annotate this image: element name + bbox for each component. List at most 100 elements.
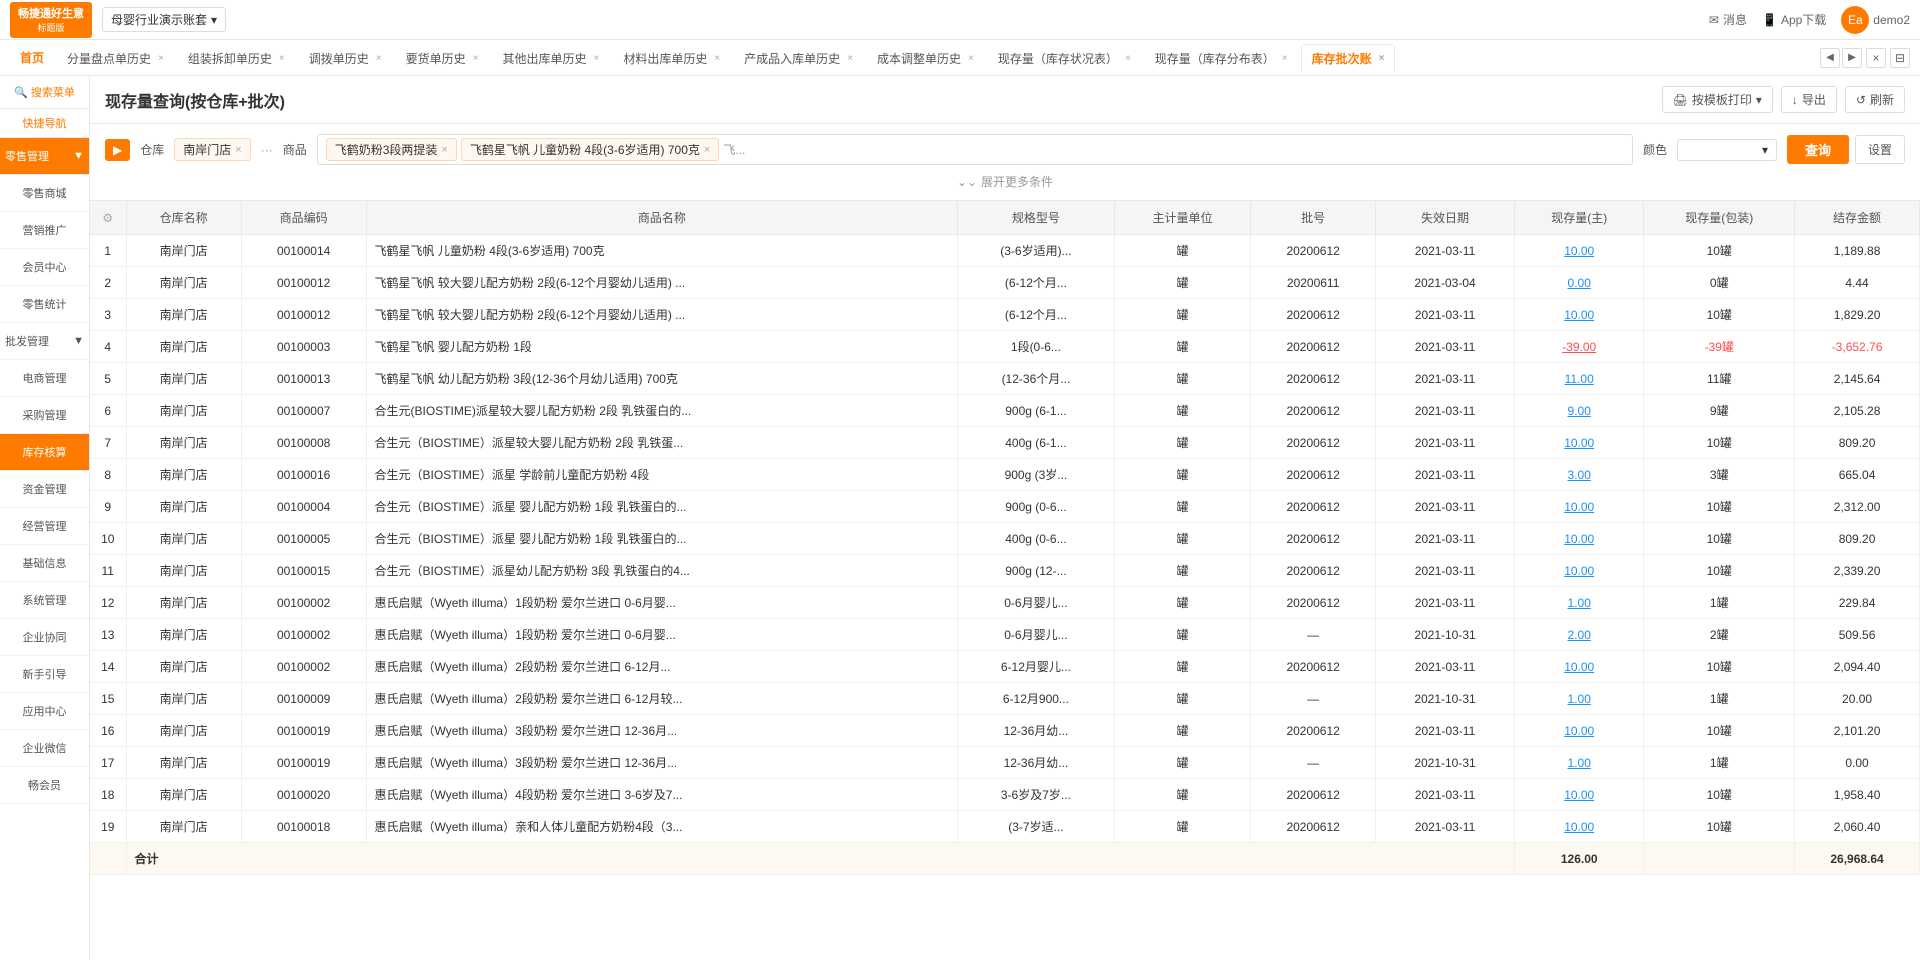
tab-transfer[interactable]: 调拨单历史 × bbox=[298, 44, 393, 72]
user-profile[interactable]: Ea demo2 bbox=[1841, 6, 1910, 34]
close-icon[interactable]: × bbox=[1282, 53, 1288, 64]
row-stock-main[interactable]: 10.00 bbox=[1515, 523, 1644, 555]
row-stock-main[interactable]: -39.00 bbox=[1515, 331, 1644, 363]
tab-other-outbound[interactable]: 其他出库单历史 × bbox=[491, 44, 610, 72]
close-icon[interactable]: × bbox=[473, 53, 479, 64]
row-stock-main[interactable]: 1.00 bbox=[1515, 587, 1644, 619]
stock-main-link[interactable]: 11.00 bbox=[1565, 372, 1594, 386]
row-stock-main[interactable]: 1.00 bbox=[1515, 747, 1644, 779]
stock-main-link[interactable]: 10.00 bbox=[1564, 308, 1594, 322]
export-btn[interactable]: ↓ 导出 bbox=[1781, 86, 1837, 113]
sidebar-item-wholesale[interactable]: 批发管理 ▼ bbox=[0, 323, 89, 360]
row-stock-main[interactable]: 10.00 bbox=[1515, 779, 1644, 811]
sidebar-item-marketing[interactable]: 营销推广 bbox=[0, 212, 89, 249]
tab-batch-stock[interactable]: 库存批次账 × bbox=[1301, 44, 1396, 72]
stock-main-link[interactable]: 1.00 bbox=[1568, 756, 1591, 770]
warehouse-tag-close[interactable]: × bbox=[235, 144, 241, 156]
stock-main-link[interactable]: 10.00 bbox=[1564, 820, 1594, 834]
sidebar-item-purchase[interactable]: 采购管理 bbox=[0, 397, 89, 434]
close-icon[interactable]: × bbox=[1379, 53, 1385, 64]
row-stock-main[interactable]: 10.00 bbox=[1515, 427, 1644, 459]
row-stock-main[interactable]: 10.00 bbox=[1515, 491, 1644, 523]
sidebar-search[interactable]: 🔍 搜索菜单 bbox=[0, 76, 89, 109]
sidebar-item-ecommerce[interactable]: 电商管理 bbox=[0, 360, 89, 397]
settings-btn[interactable]: 设置 bbox=[1855, 135, 1905, 164]
row-stock-main[interactable]: 11.00 bbox=[1515, 363, 1644, 395]
stock-main-link[interactable]: 1.00 bbox=[1568, 692, 1591, 706]
sidebar-item-vip[interactable]: 畅会员 bbox=[0, 767, 89, 804]
row-stock-main[interactable]: 10.00 bbox=[1515, 651, 1644, 683]
close-icon[interactable]: × bbox=[847, 53, 853, 64]
sidebar-item-app-center[interactable]: 应用中心 bbox=[0, 693, 89, 730]
product-filter-field[interactable]: 飞鹤奶粉3段两提装 × 飞鹤星飞帆 儿童奶粉 4段(3-6岁适用) 700克 ×… bbox=[317, 134, 1633, 165]
close-icon[interactable]: × bbox=[279, 53, 285, 64]
stock-main-link[interactable]: 10.00 bbox=[1564, 724, 1594, 738]
close-icon[interactable]: × bbox=[376, 53, 382, 64]
stock-main-link[interactable]: 10.00 bbox=[1564, 244, 1594, 258]
tab-menu-btn[interactable]: ⊟ bbox=[1890, 48, 1910, 68]
tab-prev-btn[interactable]: ◀ bbox=[1820, 48, 1840, 68]
tab-home[interactable]: 首页 bbox=[10, 44, 54, 71]
product-tag-2-close[interactable]: × bbox=[704, 144, 710, 156]
close-icon[interactable]: × bbox=[593, 53, 599, 64]
stock-main-link[interactable]: 9.00 bbox=[1568, 404, 1591, 418]
tab-finished-inbound[interactable]: 产成品入库单历史 × bbox=[733, 44, 864, 72]
stock-main-link[interactable]: 2.00 bbox=[1568, 628, 1591, 642]
row-stock-main[interactable]: 9.00 bbox=[1515, 395, 1644, 427]
template-print-btn[interactable]: 🖨 按模板打印 ▾ bbox=[1662, 86, 1773, 113]
gear-icon[interactable]: ⚙ bbox=[102, 211, 113, 225]
close-icon[interactable]: × bbox=[158, 53, 164, 64]
row-stock-main[interactable]: 10.00 bbox=[1515, 299, 1644, 331]
tab-disassembly[interactable]: 组装拆卸单历史 × bbox=[177, 44, 296, 72]
query-btn[interactable]: 查询 bbox=[1787, 135, 1849, 164]
tab-stock-distribution[interactable]: 现存量（库存分布表） × bbox=[1144, 44, 1299, 72]
stock-main-link[interactable]: 10.00 bbox=[1564, 660, 1594, 674]
sidebar-item-system[interactable]: 系统管理 bbox=[0, 582, 89, 619]
close-icon[interactable]: × bbox=[1125, 53, 1131, 64]
app-download-btn[interactable]: 📱 App下载 bbox=[1762, 11, 1826, 28]
account-selector[interactable]: 母婴行业演示账套 ▾ bbox=[102, 7, 226, 32]
message-btn[interactable]: ✉ 消息 bbox=[1709, 11, 1747, 28]
stock-main-link[interactable]: 10.00 bbox=[1564, 788, 1594, 802]
row-stock-main[interactable]: 10.00 bbox=[1515, 555, 1644, 587]
row-stock-main[interactable]: 10.00 bbox=[1515, 715, 1644, 747]
row-stock-main[interactable]: 3.00 bbox=[1515, 459, 1644, 491]
sidebar-item-inventory[interactable]: 库存核算 bbox=[0, 434, 89, 471]
sidebar-item-members[interactable]: 会员中心 bbox=[0, 249, 89, 286]
product-tag-more-btn[interactable]: 飞... bbox=[723, 141, 745, 158]
row-stock-main[interactable]: 10.00 bbox=[1515, 235, 1644, 267]
stock-main-link[interactable]: 3.00 bbox=[1568, 468, 1591, 482]
stock-main-link[interactable]: 10.00 bbox=[1564, 436, 1594, 450]
tab-inventory-history[interactable]: 分量盘点单历史 × bbox=[56, 44, 175, 72]
row-stock-main[interactable]: 2.00 bbox=[1515, 619, 1644, 651]
row-stock-main[interactable]: 10.00 bbox=[1515, 811, 1644, 843]
sidebar-item-finance[interactable]: 资金管理 bbox=[0, 471, 89, 508]
sidebar-item-retail-stats[interactable]: 零售统计 bbox=[0, 286, 89, 323]
refresh-btn[interactable]: ↺ 刷新 bbox=[1845, 86, 1905, 113]
stock-main-link[interactable]: -39.00 bbox=[1562, 340, 1596, 354]
warehouse-more-btn[interactable]: ··· bbox=[261, 143, 273, 157]
row-stock-main[interactable]: 0.00 bbox=[1515, 267, 1644, 299]
tab-requisition[interactable]: 要货单历史 × bbox=[395, 44, 490, 72]
expand-more-btn[interactable]: ⌄⌄ 展开更多条件 bbox=[105, 173, 1905, 190]
tab-close-all-btn[interactable]: × bbox=[1866, 48, 1886, 68]
tab-cost-adjust[interactable]: 成本调整单历史 × bbox=[866, 44, 985, 72]
tab-next-btn[interactable]: ▶ bbox=[1842, 48, 1862, 68]
sidebar-item-operations[interactable]: 经营管理 bbox=[0, 508, 89, 545]
stock-main-link[interactable]: 0.00 bbox=[1568, 276, 1591, 290]
stock-main-link[interactable]: 10.00 bbox=[1564, 532, 1594, 546]
sidebar-item-basics[interactable]: 基础信息 bbox=[0, 545, 89, 582]
close-icon[interactable]: × bbox=[714, 53, 720, 64]
tab-stock-status[interactable]: 现存量（库存状况表） × bbox=[987, 44, 1142, 72]
stock-main-link[interactable]: 10.00 bbox=[1564, 564, 1594, 578]
sidebar-item-guide[interactable]: 新手引导 bbox=[0, 656, 89, 693]
color-filter-field[interactable]: ▾ bbox=[1677, 139, 1777, 161]
sidebar-item-wechat[interactable]: 企业微信 bbox=[0, 730, 89, 767]
filter-expand-left-btn[interactable]: ▶ bbox=[105, 139, 130, 161]
stock-main-link[interactable]: 1.00 bbox=[1568, 596, 1591, 610]
sidebar-item-enterprise[interactable]: 企业协同 bbox=[0, 619, 89, 656]
tab-material-outbound[interactable]: 材料出库单历史 × bbox=[612, 44, 731, 72]
close-icon[interactable]: × bbox=[968, 53, 974, 64]
product-tag-1-close[interactable]: × bbox=[441, 144, 447, 156]
sidebar-item-retail[interactable]: 零售管理 ▼ bbox=[0, 138, 89, 175]
